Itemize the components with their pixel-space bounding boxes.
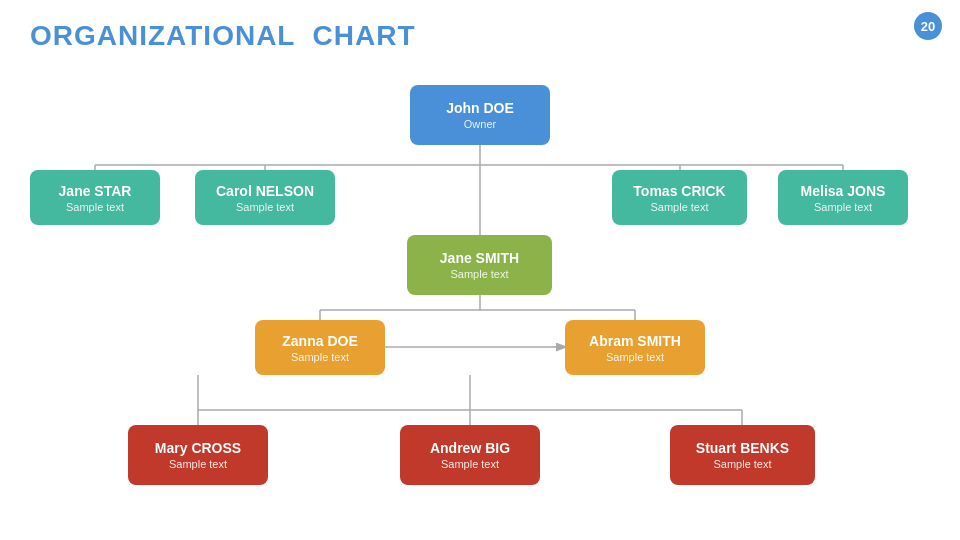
node-john-doe[interactable]: John DOE Owner — [410, 85, 550, 145]
node-abram-name: Abram SMITH — [589, 333, 681, 349]
node-tomas-sub: Sample text — [650, 201, 708, 213]
node-zanna-name: Zanna DOE — [282, 333, 357, 349]
node-andrew-big[interactable]: Andrew BIG Sample text — [400, 425, 540, 485]
node-jane-smith[interactable]: Jane SMITH Sample text — [407, 235, 552, 295]
node-tomas-crick[interactable]: Tomas CRICK Sample text — [612, 170, 747, 225]
node-stuart-sub: Sample text — [713, 458, 771, 470]
node-tomas-name: Tomas CRICK — [633, 183, 725, 199]
node-abram-sub: Sample text — [606, 351, 664, 363]
node-carol-name: Carol NELSON — [216, 183, 314, 199]
title-main: ORGANIZATIONAL — [30, 20, 295, 51]
node-janestar-name: Jane STAR — [59, 183, 132, 199]
node-melisa-jons[interactable]: Melisa JONS Sample text — [778, 170, 908, 225]
page-number: 20 — [914, 12, 942, 40]
node-mary-cross[interactable]: Mary CROSS Sample text — [128, 425, 268, 485]
node-jane-star[interactable]: Jane STAR Sample text — [30, 170, 160, 225]
node-carol-nelson[interactable]: Carol NELSON Sample text — [195, 170, 335, 225]
node-andrew-name: Andrew BIG — [430, 440, 510, 456]
title-highlight: CHART — [313, 20, 416, 51]
node-mary-name: Mary CROSS — [155, 440, 241, 456]
node-janestar-sub: Sample text — [66, 201, 124, 213]
node-john-name: John DOE — [446, 100, 514, 116]
node-janesmith-sub: Sample text — [450, 268, 508, 280]
node-john-sub: Owner — [464, 118, 496, 130]
node-andrew-sub: Sample text — [441, 458, 499, 470]
node-mary-sub: Sample text — [169, 458, 227, 470]
node-zanna-doe[interactable]: Zanna DOE Sample text — [255, 320, 385, 375]
chart-area: John DOE Owner Jane STAR Sample text Car… — [0, 70, 960, 540]
node-zanna-sub: Sample text — [291, 351, 349, 363]
node-melisa-name: Melisa JONS — [801, 183, 886, 199]
node-abram-smith[interactable]: Abram SMITH Sample text — [565, 320, 705, 375]
node-stuart-benks[interactable]: Stuart BENKS Sample text — [670, 425, 815, 485]
node-carol-sub: Sample text — [236, 201, 294, 213]
node-melisa-sub: Sample text — [814, 201, 872, 213]
node-stuart-name: Stuart BENKS — [696, 440, 789, 456]
node-janesmith-name: Jane SMITH — [440, 250, 519, 266]
